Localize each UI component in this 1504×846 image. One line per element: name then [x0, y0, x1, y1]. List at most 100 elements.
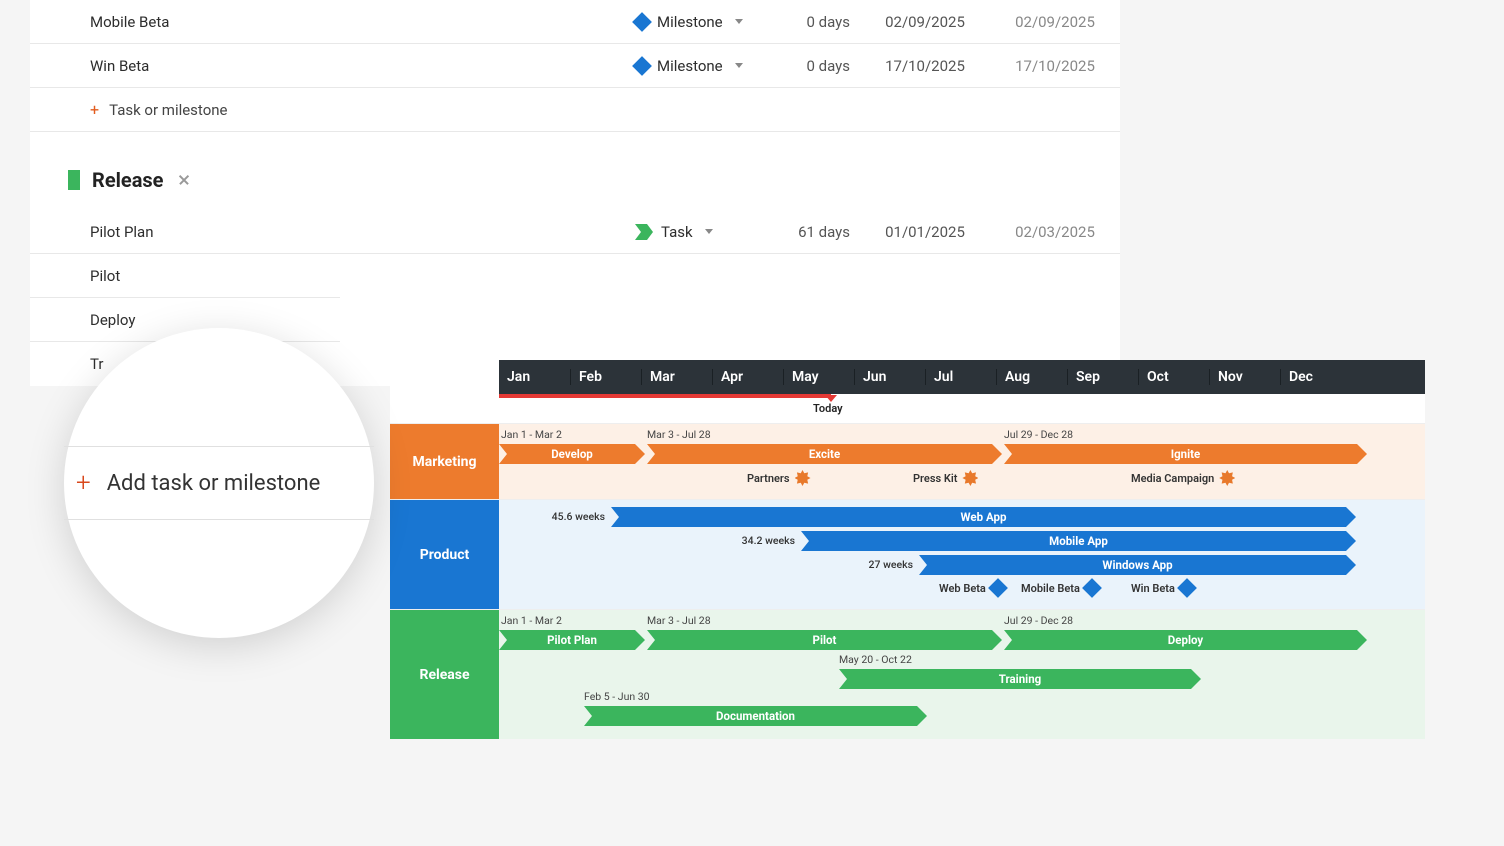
gantt-bar[interactable]: Pilot	[647, 630, 1002, 650]
task-type-cell[interactable]: Milestone	[635, 13, 785, 31]
month-label: Nov	[1209, 369, 1280, 385]
plus-icon: +	[76, 468, 91, 498]
month-label: Jun	[854, 369, 925, 385]
date-range: Jul 29 - Dec 28	[1004, 428, 1073, 441]
starburst-icon	[1219, 470, 1235, 486]
task-start-date[interactable]: 17/10/2025	[860, 57, 990, 75]
month-label: Sep	[1067, 369, 1138, 385]
month-label: Jan	[499, 369, 570, 385]
gantt-bar[interactable]: Excite	[647, 444, 1002, 464]
task-type-label: Task	[661, 223, 693, 241]
group-label: Release	[390, 610, 499, 739]
timeline-group-product: Product 45.6 weeks Web App 34.2 weeks Mo…	[390, 499, 1425, 609]
milestone-chip[interactable]: Press Kit	[913, 470, 978, 486]
month-label: Oct	[1138, 369, 1209, 385]
date-range: Jul 29 - Dec 28	[1004, 614, 1073, 627]
task-table: Mobile Beta Milestone 0 days 02/09/2025 …	[30, 0, 1120, 386]
group-label: Marketing	[390, 424, 499, 499]
group-body: Jan 1 - Mar 2 Mar 3 - Jul 28 Jul 29 - De…	[499, 610, 1425, 739]
task-type-label: Milestone	[657, 57, 723, 75]
task-start-date[interactable]: 01/01/2025	[860, 223, 990, 241]
timeline-group-marketing: Marketing Jan 1 - Mar 2 Mar 3 - Jul 28 J…	[390, 423, 1425, 499]
group-body: Jan 1 - Mar 2 Mar 3 - Jul 28 Jul 29 - De…	[499, 424, 1425, 499]
collapse-icon[interactable]	[175, 171, 193, 189]
gantt-bar[interactable]: Ignite	[1004, 444, 1367, 464]
task-type-cell[interactable]: Task	[635, 223, 785, 241]
add-task-label: Task or milestone	[109, 101, 227, 119]
month-label: Mar	[641, 369, 712, 385]
month-label: Jul	[925, 369, 996, 385]
gantt-bar[interactable]: Mobile App	[801, 531, 1356, 551]
diamond-icon	[1177, 578, 1197, 598]
date-range: May 20 - Oct 22	[839, 653, 912, 666]
gantt-bar[interactable]: Develop	[499, 444, 645, 464]
table-row[interactable]: Win Beta Milestone 0 days 17/10/2025 17/…	[30, 44, 1120, 88]
task-end-date[interactable]: 02/09/2025	[990, 13, 1120, 31]
section-header-release[interactable]: Release	[30, 132, 1120, 210]
gantt-bar[interactable]: Training	[839, 669, 1201, 689]
table-row[interactable]: Pilot Plan Task 61 days 01/01/2025 02/03…	[30, 210, 1120, 254]
date-range: Jan 1 - Mar 2	[501, 428, 562, 441]
task-end-date[interactable]: 17/10/2025	[990, 57, 1120, 75]
chevron-down-icon	[735, 19, 743, 24]
section-title: Release	[92, 168, 163, 192]
task-name: Win Beta	[90, 57, 635, 75]
add-task-row[interactable]: + Task or milestone	[30, 88, 1120, 132]
date-range: Jan 1 - Mar 2	[501, 614, 562, 627]
timeline-gantt: Jan Feb Mar Apr May Jun Jul Aug Sep Oct …	[390, 360, 1425, 739]
gantt-bar[interactable]: Documentation	[584, 706, 927, 726]
milestone-diamond-icon	[632, 56, 652, 76]
milestone-chip[interactable]: Mobile Beta	[1021, 581, 1099, 595]
timeline-group-release: Release Jan 1 - Mar 2 Mar 3 - Jul 28 Jul…	[390, 609, 1425, 739]
month-label: Aug	[996, 369, 1067, 385]
date-range: Mar 3 - Jul 28	[647, 428, 711, 441]
diamond-icon	[988, 578, 1008, 598]
date-range: Mar 3 - Jul 28	[647, 614, 711, 627]
timeline-header: Jan Feb Mar Apr May Jun Jul Aug Sep Oct …	[499, 360, 1425, 394]
task-type-label: Milestone	[657, 13, 723, 31]
task-type-cell[interactable]: Milestone	[635, 57, 785, 75]
diamond-icon	[1082, 578, 1102, 598]
starburst-icon	[795, 470, 811, 486]
gantt-bar[interactable]: Windows App	[919, 555, 1356, 575]
duration-label: 34.2 weeks	[742, 534, 801, 547]
month-label: Apr	[712, 369, 783, 385]
starburst-icon	[962, 470, 978, 486]
today-label: Today	[813, 402, 843, 415]
month-label: Dec	[1280, 369, 1351, 385]
group-label: Product	[390, 500, 499, 609]
duration-label: 27 weeks	[869, 558, 919, 571]
today-progress-line	[499, 394, 831, 398]
task-name: Pilot	[90, 267, 635, 285]
month-label: Feb	[570, 369, 641, 385]
chevron-down-icon	[735, 63, 743, 68]
table-row[interactable]: Pilot	[30, 254, 340, 298]
task-duration: 0 days	[785, 57, 860, 75]
task-duration: 0 days	[785, 13, 860, 31]
task-start-date[interactable]: 02/09/2025	[860, 13, 990, 31]
chevron-down-icon	[705, 229, 713, 234]
plus-icon: +	[90, 100, 99, 119]
milestone-diamond-icon	[632, 12, 652, 32]
task-arrow-icon	[635, 224, 653, 240]
milestone-chip[interactable]: Media Campaign	[1131, 470, 1235, 486]
task-name: Mobile Beta	[90, 13, 635, 31]
group-body: 45.6 weeks Web App 34.2 weeks Mobile App…	[499, 500, 1425, 609]
add-task-button-zoomed[interactable]: + Add task or milestone	[64, 446, 374, 520]
milestone-chip[interactable]: Win Beta	[1131, 581, 1194, 595]
add-task-label: Add task or milestone	[107, 471, 321, 496]
date-range: Feb 5 - Jun 30	[584, 690, 650, 703]
magnifier-zoom: + Add task or milestone	[64, 328, 374, 638]
table-row[interactable]: Mobile Beta Milestone 0 days 02/09/2025 …	[30, 0, 1120, 44]
task-duration: 61 days	[785, 223, 860, 241]
task-end-date[interactable]: 02/03/2025	[990, 223, 1120, 241]
milestone-chip[interactable]: Partners	[747, 470, 811, 486]
task-name: Pilot Plan	[90, 223, 635, 241]
gantt-bar[interactable]: Deploy	[1004, 630, 1367, 650]
month-label: May	[783, 369, 854, 385]
gantt-bar[interactable]: Pilot Plan	[499, 630, 645, 650]
gantt-bar[interactable]: Web App	[611, 507, 1356, 527]
duration-label: 45.6 weeks	[552, 510, 611, 523]
section-color-marker	[68, 170, 80, 190]
milestone-chip[interactable]: Web Beta	[939, 581, 1005, 595]
